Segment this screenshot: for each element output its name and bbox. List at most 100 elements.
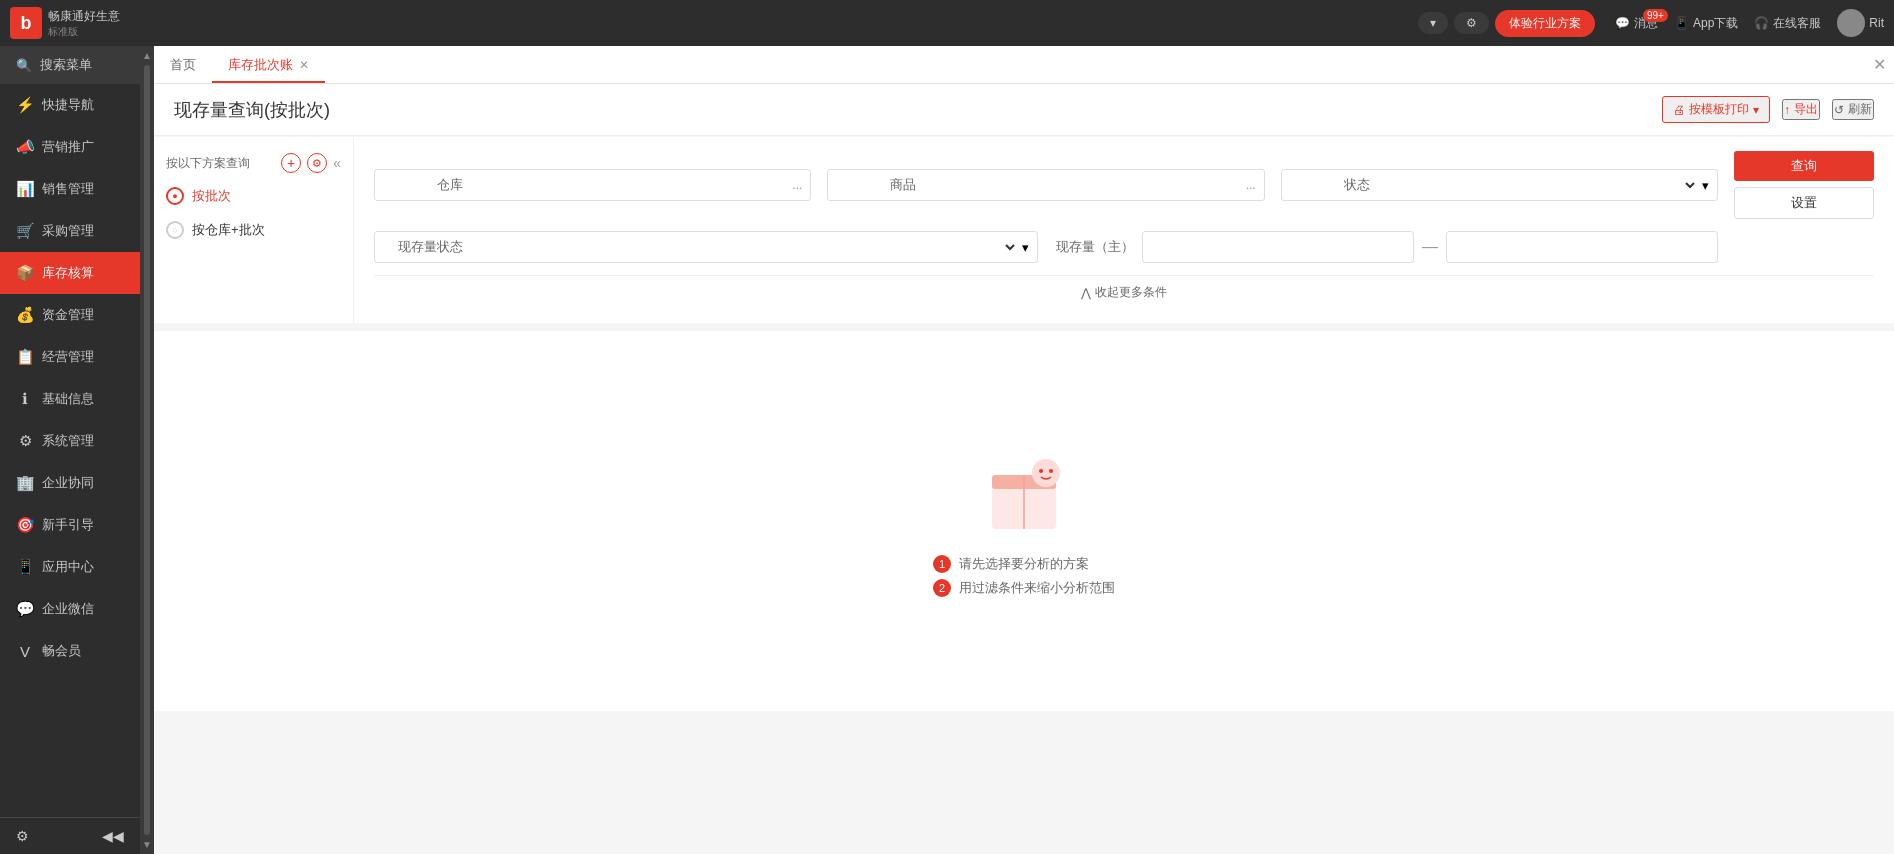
sidebar-item-inventory[interactable]: 📦 库存核算: [0, 252, 140, 294]
sidebar-item-sales[interactable]: 📊 销售管理: [0, 168, 140, 210]
sidebar-item-app-center[interactable]: 📱 应用中心: [0, 546, 140, 588]
app-download-btn[interactable]: 📱 App下载: [1674, 15, 1738, 32]
print-button[interactable]: 🖨 按模板打印 ▾: [1662, 96, 1770, 123]
tab-inventory-batch[interactable]: 库存批次账 ✕: [212, 49, 325, 83]
sidebar-item-wechat[interactable]: 💬 企业微信: [0, 588, 140, 630]
stock-qty-from-input[interactable]: [1151, 240, 1405, 255]
step-2-text: 用过滤条件来缩小分析范围: [959, 579, 1115, 597]
add-plan-btn[interactable]: +: [281, 153, 301, 173]
warehouse-input[interactable]: [467, 178, 788, 193]
warehouse-input-wrap[interactable]: 仓库 ...: [374, 169, 811, 201]
dropdown-arrow-icon: ▾: [1430, 16, 1436, 30]
stock-qty-dash: —: [1422, 238, 1438, 256]
plan-item-by-warehouse-batch[interactable]: ○ 按仓库+批次: [154, 213, 353, 247]
sidebar-search[interactable]: 🔍 搜索菜单: [0, 46, 140, 84]
sidebar-item-system[interactable]: ⚙ 系统管理: [0, 420, 140, 462]
tab-inventory-batch-label: 库存批次账: [228, 56, 293, 74]
sidebar-item-enterprise[interactable]: 🏢 企业协同: [0, 462, 140, 504]
sidebar-settings-btn[interactable]: ⚙: [16, 828, 29, 844]
trial-button[interactable]: 体验行业方案: [1495, 10, 1595, 37]
sidebar-item-label: 基础信息: [42, 390, 94, 408]
product-input[interactable]: [920, 178, 1241, 193]
scroll-down-btn[interactable]: ▼: [142, 839, 152, 850]
query-button[interactable]: 查询: [1734, 151, 1874, 181]
sidebar-item-marketing[interactable]: 📣 营销推广: [0, 126, 140, 168]
product-input-wrap[interactable]: 商品 ...: [827, 169, 1264, 201]
stock-qty-to-wrap[interactable]: [1446, 231, 1718, 263]
left-panel-title: 按以下方案查询: [166, 155, 250, 172]
wechat-icon: 💬: [16, 600, 34, 618]
sidebar-item-purchase[interactable]: 🛒 采购管理: [0, 210, 140, 252]
sidebar-collapse-btn[interactable]: ◀◀: [102, 828, 124, 844]
search-label: 搜索菜单: [40, 56, 92, 74]
messages-btn[interactable]: 💬 消息 99+: [1615, 15, 1658, 32]
refresh-icon: ↺: [1834, 103, 1844, 117]
app-center-icon: 📱: [16, 558, 34, 576]
filter-settings-button[interactable]: 设置: [1734, 187, 1874, 219]
step-2-num: 2: [933, 579, 951, 597]
online-service-btn[interactable]: 🎧 在线客服: [1754, 15, 1821, 32]
plan-item-label: 按批次: [192, 187, 231, 205]
filter-row-2: 现存量状态 ▾ 现存量（主）: [374, 231, 1874, 263]
svg-point-5: [1049, 469, 1053, 473]
filter-group-warehouse: 仓库 ...: [374, 169, 811, 201]
scroll-up-btn[interactable]: ▲: [142, 50, 152, 61]
sidebar-item-label: 畅会员: [42, 642, 81, 660]
empty-step-1: 1 请先选择要分析的方案: [933, 555, 1115, 573]
svg-point-3: [1032, 459, 1060, 487]
quick-nav-icon: ⚡: [16, 96, 34, 114]
sidebar-item-label: 经营管理: [42, 348, 94, 366]
newbie-icon: 🎯: [16, 516, 34, 534]
stock-qty-from-wrap[interactable]: [1142, 231, 1414, 263]
avatar: [1837, 9, 1865, 37]
sidebar-item-label: 销售管理: [42, 180, 94, 198]
service-icon: 🎧: [1754, 16, 1769, 30]
stock-status-select-wrap[interactable]: 现存量状态 ▾: [374, 231, 1038, 263]
stock-qty-to-input[interactable]: [1455, 240, 1709, 255]
status-select[interactable]: [1374, 177, 1698, 194]
app-download-label: App下载: [1693, 15, 1738, 32]
export-icon: ↑: [1784, 103, 1790, 117]
empty-steps: 1 请先选择要分析的方案 2 用过滤条件来缩小分析范围: [933, 555, 1115, 597]
print-label: 按模板打印: [1689, 101, 1749, 118]
page-content: 现存量查询(按批次) 🖨 按模板打印 ▾ ↑ 导出 ↺ 刷新: [154, 84, 1894, 854]
inventory-icon: 📦: [16, 264, 34, 282]
app-subtitle: 标准版: [48, 25, 124, 39]
svg-point-4: [1039, 469, 1043, 473]
plan-settings-btn[interactable]: ⚙: [307, 153, 327, 173]
app-title: 畅康通好生意: [48, 8, 120, 25]
product-label: 商品: [836, 176, 916, 194]
status-select-wrap[interactable]: 状态 ▾: [1281, 169, 1718, 201]
export-button[interactable]: ↑ 导出: [1782, 99, 1820, 120]
settings-icon: ⚙: [1466, 16, 1477, 30]
tab-close-icon[interactable]: ✕: [299, 58, 309, 72]
warehouse-dots-btn[interactable]: ...: [792, 178, 802, 192]
plan-item-by-batch[interactable]: ● 按批次: [154, 179, 353, 213]
sidebar-item-member[interactable]: V 畅会员: [0, 630, 140, 672]
warehouse-label: 仓库: [383, 176, 463, 194]
message-icon: 💬: [1615, 16, 1630, 30]
search-icon: 🔍: [16, 58, 32, 73]
left-panel: 按以下方案查询 + ⚙ « ● 按批次 ○ 按仓库+批次: [154, 137, 354, 323]
sidebar-item-newbie[interactable]: 🎯 新手引导: [0, 504, 140, 546]
nav-dropdown[interactable]: ▾: [1418, 12, 1448, 34]
nav-settings[interactable]: ⚙: [1454, 12, 1489, 34]
sidebar-item-basic[interactable]: ℹ 基础信息: [0, 378, 140, 420]
stock-status-select[interactable]: [467, 239, 1018, 256]
sidebar-item-finance[interactable]: 💰 资金管理: [0, 294, 140, 336]
download-icon: 📱: [1674, 16, 1689, 30]
sidebar-item-quick-nav[interactable]: ⚡ 快捷导航: [0, 84, 140, 126]
left-panel-collapse-btn[interactable]: «: [333, 155, 341, 171]
refresh-button[interactable]: ↺ 刷新: [1832, 99, 1874, 120]
collapse-label: 收起更多条件: [1095, 284, 1167, 301]
collapse-more-conditions-btn[interactable]: ⋀ 收起更多条件: [374, 275, 1874, 309]
product-dots-btn[interactable]: ...: [1246, 178, 1256, 192]
tab-home[interactable]: 首页: [154, 49, 212, 83]
user-avatar-btn[interactable]: Rit: [1837, 9, 1884, 37]
step-1-text: 请先选择要分析的方案: [959, 555, 1089, 573]
filter-row-1: 仓库 ... 商品 ...: [374, 151, 1874, 219]
tab-right-close-icon[interactable]: ✕: [1873, 55, 1886, 74]
sidebar-item-operations[interactable]: 📋 经营管理: [0, 336, 140, 378]
scroll-thumb[interactable]: [144, 65, 150, 835]
empty-state: 1 请先选择要分析的方案 2 用过滤条件来缩小分析范围: [154, 331, 1894, 711]
